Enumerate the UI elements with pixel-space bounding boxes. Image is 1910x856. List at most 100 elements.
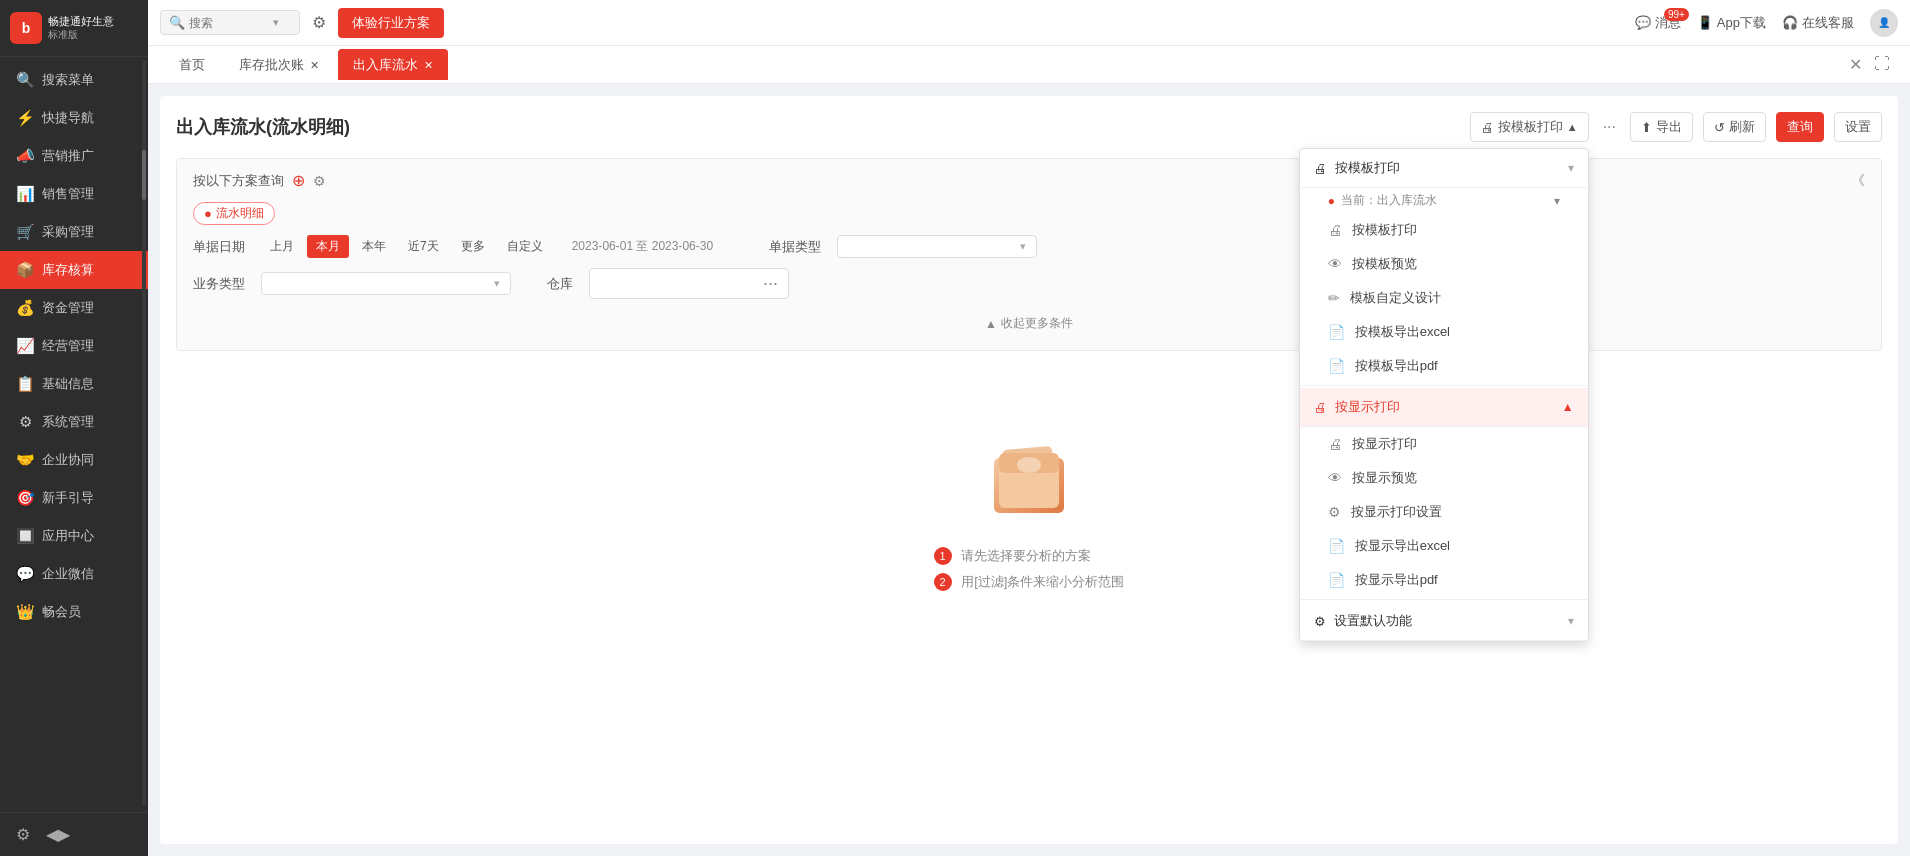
filter-date-custom[interactable]: 自定义 xyxy=(498,235,552,258)
filter-collapse-button[interactable]: ▲ 收起更多条件 xyxy=(193,309,1865,338)
filter-date-range: 2023-06-01 至 2023-06-30 xyxy=(572,238,713,255)
sidebar-item-system[interactable]: ⚙ 系统管理 xyxy=(0,403,148,441)
sidebar-item-inventory[interactable]: 📦 库存核算 xyxy=(0,251,148,289)
dropdown-display-excel-item[interactable]: 📄 按显示导出excel xyxy=(1300,529,1588,563)
tab-batch-close-icon[interactable]: ✕ xyxy=(310,59,319,72)
dropdown-dexcel-icon: 📄 xyxy=(1328,538,1345,554)
settings-gear-icon[interactable]: ⚙ xyxy=(16,825,30,844)
tab-flow-close-icon[interactable]: ✕ xyxy=(424,59,433,72)
filter-tag-liushui[interactable]: ● 流水明细 xyxy=(193,202,275,225)
sidebar-item-enterprise[interactable]: 🤝 企业协同 xyxy=(0,441,148,479)
filter-date-last-month[interactable]: 上月 xyxy=(261,235,303,258)
sidebar-item-operations[interactable]: 📈 经营管理 xyxy=(0,327,148,365)
member-icon: 👑 xyxy=(16,603,34,621)
message-button[interactable]: 💬 消息 99+ xyxy=(1635,14,1681,32)
dropdown-template-print-item[interactable]: 🖨 按模板打印 xyxy=(1300,213,1588,247)
refresh-button[interactable]: ↺ 刷新 xyxy=(1703,112,1766,142)
template-print-wrapper: 🖨 按模板打印 ▲ 🖨 按模板打印 xyxy=(1470,112,1589,142)
filter-date-7days[interactable]: 近7天 xyxy=(399,235,448,258)
sidebar-item-guide[interactable]: 🎯 新手引导 xyxy=(0,479,148,517)
filter-settings-icon[interactable]: ⚙ xyxy=(313,173,326,189)
sidebar-item-marketing[interactable]: 📣 营销推广 xyxy=(0,137,148,175)
svg-point-5 xyxy=(1017,457,1041,473)
sidebar-scrolltrack xyxy=(142,60,146,806)
filter-date-this-year[interactable]: 本年 xyxy=(353,235,395,258)
dropdown-pdf-icon: 📄 xyxy=(1328,358,1345,374)
dropdown-display-preview-item[interactable]: 👁 按显示预览 xyxy=(1300,461,1588,495)
close-window-icon[interactable]: ✕ xyxy=(1845,51,1866,78)
content-area: 出入库流水(流水明细) 🖨 按模板打印 ▲ xyxy=(148,84,1910,856)
filter-date-more[interactable]: 更多 xyxy=(452,235,494,258)
warehouse-more-icon[interactable]: ··· xyxy=(763,273,778,294)
collapse-sidebar-icon[interactable]: ◀▶ xyxy=(46,825,70,844)
settings-button[interactable]: 设置 xyxy=(1834,112,1882,142)
expand-window-icon[interactable]: ⛶ xyxy=(1870,51,1894,78)
dropdown-default-function[interactable]: ⚙ 设置默认功能 ▾ xyxy=(1300,602,1588,641)
dropdown-dprinter-icon: 🖨 xyxy=(1328,436,1342,452)
filter-date-this-month[interactable]: 本月 xyxy=(307,235,349,258)
topbar: 🔍 ▾ ⚙ 体验行业方案 💬 消息 99+ 📱 App下载 🎧 在线客服 👤 xyxy=(148,0,1910,46)
customer-service-button[interactable]: 🎧 在线客服 xyxy=(1782,14,1854,32)
app-download-button[interactable]: 📱 App下载 xyxy=(1697,14,1766,32)
refresh-icon: ↺ xyxy=(1714,120,1725,135)
sidebar-item-finance[interactable]: 💰 资金管理 xyxy=(0,289,148,327)
search-dropdown-icon[interactable]: ▾ xyxy=(273,16,279,29)
sidebar-item-shortcuts[interactable]: ⚡ 快捷导航 xyxy=(0,99,148,137)
filter-bill-type-label: 单据类型 xyxy=(769,238,821,256)
dropdown-template-arrow-icon: ▾ xyxy=(1568,161,1574,175)
sidebar-item-basic[interactable]: 📋 基础信息 xyxy=(0,365,148,403)
tabs-window-controls: ✕ ⛶ xyxy=(1845,51,1894,78)
dropdown-current-arrow-icon: ▾ xyxy=(1554,194,1560,208)
app-logo-icon: b xyxy=(10,12,42,44)
sidebar-item-purchase[interactable]: 🛒 采购管理 xyxy=(0,213,148,251)
main-area: 🔍 ▾ ⚙ 体验行业方案 💬 消息 99+ 📱 App下载 🎧 在线客服 👤 xyxy=(148,0,1910,856)
export-button[interactable]: ⬆ 导出 xyxy=(1630,112,1693,142)
dropdown-display-pdf-item[interactable]: 📄 按显示导出pdf xyxy=(1300,563,1588,597)
sidebar-item-search[interactable]: 🔍 搜索菜单 xyxy=(0,61,148,99)
template-print-button[interactable]: 🖨 按模板打印 ▲ xyxy=(1470,112,1589,142)
tab-home[interactable]: 首页 xyxy=(164,49,220,80)
dropdown-display-print-settings-item[interactable]: ⚙ 按显示打印设置 xyxy=(1300,495,1588,529)
sidebar-item-member[interactable]: 👑 畅会员 xyxy=(0,593,148,631)
filter-header-label: 按以下方案查询 xyxy=(193,172,284,190)
bill-type-dropdown-icon: ▾ xyxy=(1020,240,1026,253)
dot-icon: ● xyxy=(1328,194,1335,208)
sidebar-item-sales[interactable]: 📊 销售管理 xyxy=(0,175,148,213)
purchase-icon: 🛒 xyxy=(16,223,34,241)
filter-bill-type-select[interactable]: ▾ xyxy=(837,235,1037,258)
filter-tag-icon: ● xyxy=(204,206,212,221)
sidebar-item-wechat[interactable]: 💬 企业微信 xyxy=(0,555,148,593)
query-button[interactable]: 查询 xyxy=(1776,112,1824,142)
dropdown-display-print-header[interactable]: 🖨 按显示打印 ▲ xyxy=(1300,388,1588,427)
filter-add-button[interactable]: ⊕ xyxy=(292,171,305,190)
dropdown-template-preview-item[interactable]: 👁 按模板预览 xyxy=(1300,247,1588,281)
tab-batch[interactable]: 库存批次账 ✕ xyxy=(224,49,334,80)
trial-industry-button[interactable]: 体验行业方案 xyxy=(338,8,444,38)
user-avatar[interactable]: 👤 xyxy=(1870,9,1898,37)
dropdown-printer-icon: 🖨 xyxy=(1314,161,1327,176)
filter-warehouse-select[interactable]: ··· xyxy=(589,268,789,299)
app-logo-text: 畅捷通好生意 标准版 xyxy=(48,14,114,42)
tab-flow[interactable]: 出入库流水 ✕ xyxy=(338,49,448,80)
filter-business-type-select[interactable]: ▾ xyxy=(261,272,511,295)
topbar-search-box[interactable]: 🔍 ▾ xyxy=(160,10,300,35)
search-input[interactable] xyxy=(189,16,269,30)
filter-date-row: 单据日期 上月 本月 本年 近7天 更多 自定义 2023-06-01 至 20… xyxy=(193,235,1865,258)
dropdown-template-custom-item[interactable]: ✏ 模板自定义设计 xyxy=(1300,281,1588,315)
more-actions-icon[interactable]: ··· xyxy=(1599,118,1620,136)
sidebar-item-appcenter[interactable]: 🔲 应用中心 xyxy=(0,517,148,555)
dropdown-template-excel-item[interactable]: 📄 按模板导出excel xyxy=(1300,315,1588,349)
dropdown-template-pdf-item[interactable]: 📄 按模板导出pdf xyxy=(1300,349,1588,383)
appcenter-icon: 🔲 xyxy=(16,527,34,545)
filter-collapse-icon[interactable]: 《 xyxy=(1851,172,1865,190)
dropdown-template-print-header[interactable]: 🖨 按模板打印 ▾ xyxy=(1300,149,1588,188)
sales-icon: 📊 xyxy=(16,185,34,203)
page-container: 出入库流水(流水明细) 🖨 按模板打印 ▲ xyxy=(160,96,1898,844)
page-header: 出入库流水(流水明细) 🖨 按模板打印 ▲ xyxy=(176,112,1882,142)
dropdown-printer2-icon: 🖨 xyxy=(1328,222,1342,238)
dropdown-display-printer-icon: 🖨 xyxy=(1314,400,1327,415)
topbar-gear-icon[interactable]: ⚙ xyxy=(308,9,330,36)
dropdown-display-print-item[interactable]: 🖨 按显示打印 xyxy=(1300,427,1588,461)
topbar-right: 💬 消息 99+ 📱 App下载 🎧 在线客服 👤 xyxy=(1635,9,1898,37)
search-input-icon: 🔍 xyxy=(169,15,185,30)
